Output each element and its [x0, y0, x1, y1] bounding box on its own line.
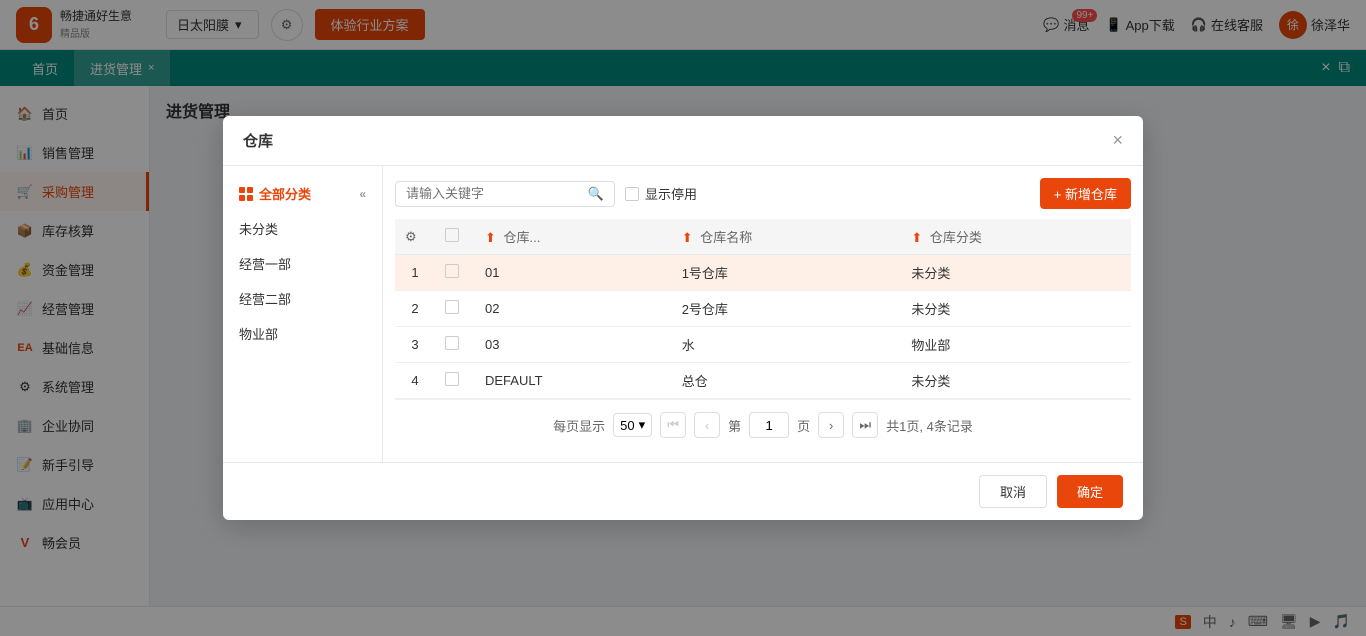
total-info: 共1页, 4条记录 [886, 416, 973, 435]
row-name: 总仓 [672, 363, 902, 399]
modal-title: 仓库 [243, 130, 273, 151]
search-box: 🔍 [395, 181, 615, 207]
th-code: ⬆ 仓库... [475, 219, 672, 255]
row-number: 1 [395, 255, 435, 291]
row-checkbox-cell [435, 291, 475, 327]
per-page-select[interactable]: 50 ▾ [613, 413, 652, 437]
row-checkbox-cell [435, 363, 475, 399]
table-toolbar: 🔍 显示停用 + 新增仓库 [395, 178, 1131, 209]
modal-body: 全部分类 « 未分类 经营一部 经营二部 物业部 🔍 [223, 166, 1143, 462]
row-category: 未分类 [901, 255, 1131, 291]
search-icon: 🔍 [588, 186, 604, 202]
table-container: ⚙ ⬆ 仓库... ⬆ 仓库名称 [395, 219, 1131, 399]
table-body: 1 01 1号仓库 未分类 2 02 2号仓库 未分类 [395, 255, 1131, 399]
th-gear: ⚙ [395, 219, 435, 255]
select-all-checkbox[interactable] [445, 228, 459, 242]
th-name: ⬆ 仓库名称 [672, 219, 902, 255]
pagination: 每页显示 50 ▾ ⏮ ‹ 第 页 › ⏭ 共1页, 4条记录 [395, 399, 1131, 450]
row-category: 未分类 [901, 291, 1131, 327]
category-property[interactable]: 物业部 [223, 316, 382, 351]
category-ops1[interactable]: 经营一部 [223, 246, 382, 281]
show-disabled-toggle[interactable]: 显示停用 [625, 184, 697, 203]
page-number-input[interactable] [749, 412, 789, 438]
warehouse-table: ⚙ ⬆ 仓库... ⬆ 仓库名称 [395, 219, 1131, 399]
table-area: 🔍 显示停用 + 新增仓库 ⚙ [383, 166, 1143, 462]
grid-icon [239, 187, 253, 201]
sort-icon: ⬆ [682, 230, 693, 245]
row-name: 水 [672, 327, 902, 363]
chevron-down-icon: ▾ [639, 417, 646, 433]
page-first-button[interactable]: ⏮ [660, 412, 686, 438]
table-header: ⚙ ⬆ 仓库... ⬆ 仓库名称 [395, 219, 1131, 255]
per-page-label: 每页显示 [553, 416, 605, 435]
modal-footer: 取消 确定 [223, 462, 1143, 520]
row-name: 2号仓库 [672, 291, 902, 327]
row-code: 01 [475, 255, 672, 291]
add-warehouse-button[interactable]: + 新增仓库 [1040, 178, 1131, 209]
row-checkbox-cell [435, 327, 475, 363]
confirm-button[interactable]: 确定 [1057, 475, 1123, 508]
row-number: 3 [395, 327, 435, 363]
row-checkbox-cell [435, 255, 475, 291]
row-number: 2 [395, 291, 435, 327]
modal-close-button[interactable]: × [1112, 130, 1123, 151]
row-checkbox[interactable] [445, 300, 459, 314]
cancel-button[interactable]: 取消 [979, 475, 1047, 508]
row-category: 未分类 [901, 363, 1131, 399]
page-prev-button[interactable]: ‹ [694, 412, 720, 438]
row-code: 03 [475, 327, 672, 363]
category-all[interactable]: 全部分类 « [223, 176, 382, 211]
modal-header: 仓库 × [223, 116, 1143, 166]
row-category: 物业部 [901, 327, 1131, 363]
category-ops2[interactable]: 经营二部 [223, 281, 382, 316]
show-disabled-checkbox[interactable] [625, 187, 639, 201]
table-row[interactable]: 4 DEFAULT 总仓 未分类 [395, 363, 1131, 399]
sort-icon: ⬆ [485, 230, 496, 245]
gear-icon: ⚙ [405, 229, 417, 244]
page-next-button[interactable]: › [818, 412, 844, 438]
table-row[interactable]: 1 01 1号仓库 未分类 [395, 255, 1131, 291]
th-check [435, 219, 475, 255]
table-row[interactable]: 2 02 2号仓库 未分类 [395, 291, 1131, 327]
th-category: ⬆ 仓库分类 [901, 219, 1131, 255]
category-uncategorized[interactable]: 未分类 [223, 211, 382, 246]
warehouse-modal: 仓库 × 全部分类 « 未分类 经营一部 经营二部 物业部 [223, 116, 1143, 520]
row-name: 1号仓库 [672, 255, 902, 291]
row-checkbox[interactable] [445, 264, 459, 278]
row-checkbox[interactable] [445, 372, 459, 386]
category-sidebar: 全部分类 « 未分类 经营一部 经营二部 物业部 [223, 166, 383, 462]
row-number: 4 [395, 363, 435, 399]
row-code: 02 [475, 291, 672, 327]
page-suffix: 页 [797, 416, 810, 435]
sort-icon: ⬆ [911, 230, 922, 245]
row-checkbox[interactable] [445, 336, 459, 350]
page-word: 第 [728, 416, 741, 435]
search-input[interactable] [406, 186, 588, 201]
page-last-button[interactable]: ⏭ [852, 412, 878, 438]
table-row[interactable]: 3 03 水 物业部 [395, 327, 1131, 363]
row-code: DEFAULT [475, 363, 672, 399]
collapse-icon[interactable]: « [359, 187, 366, 201]
